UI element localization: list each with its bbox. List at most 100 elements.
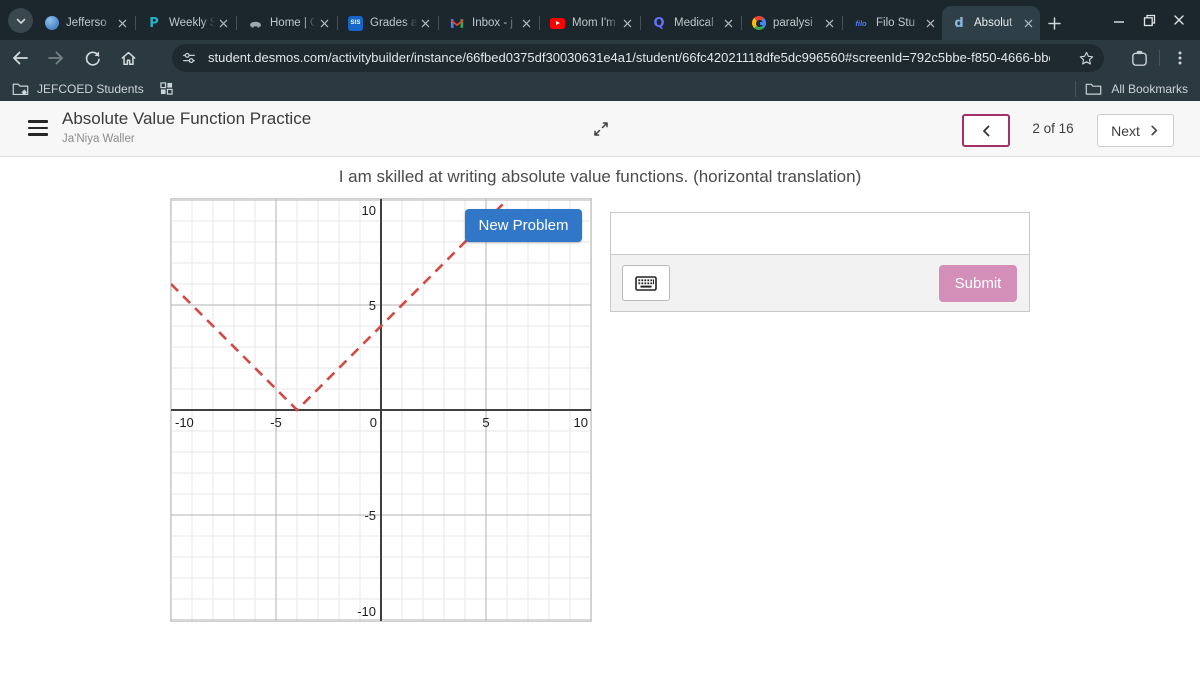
svg-text:-10: -10: [175, 415, 194, 430]
site-info-button[interactable]: [178, 47, 200, 69]
tab-close-icon[interactable]: [720, 15, 736, 31]
answer-input[interactable]: [611, 213, 1029, 255]
toolbar-divider: [1159, 50, 1160, 66]
back-arrow-icon: [13, 51, 28, 65]
answer-panel: Submit: [610, 212, 1030, 312]
forward-button[interactable]: [46, 48, 66, 68]
bookmarks-divider: [1075, 80, 1077, 97]
bookmark-star-button[interactable]: [1076, 48, 1096, 68]
sis-favicon-icon: SIS: [348, 15, 363, 31]
expand-arrows-icon: [594, 122, 608, 136]
answer-toolbar: Submit: [611, 255, 1029, 311]
next-button[interactable]: Next: [1097, 114, 1174, 147]
tabs-container: Jefferso P Weekly S Home | C SIS Grades a Inbo…: [36, 6, 1040, 40]
forward-arrow-icon: [48, 51, 63, 65]
tab-label: Inbox - j: [472, 17, 513, 29]
tab-label: Mom I'm: [572, 17, 616, 29]
student-name: Ja'Niya Waller: [62, 133, 135, 145]
tab-close-icon[interactable]: [619, 15, 635, 31]
prev-button[interactable]: [962, 114, 1010, 147]
filo-favicon-icon: filo: [855, 18, 867, 28]
activity-title: Absolute Value Function Practice: [62, 109, 312, 128]
tab-close-icon[interactable]: [518, 15, 534, 31]
gmail-favicon-icon: [449, 15, 465, 31]
bookmarks-bar: JEFCOED Students All Bookmarks: [0, 76, 1200, 101]
svg-text:-5: -5: [364, 508, 376, 523]
svg-text:0: 0: [370, 415, 377, 430]
svg-text:5: 5: [369, 298, 376, 313]
tab-close-icon[interactable]: [417, 15, 433, 31]
tab-label: Absolut: [974, 17, 1013, 29]
svg-text:5: 5: [482, 415, 489, 430]
bookmark-folder-jefcoed[interactable]: JEFCOED Students: [37, 82, 144, 96]
jefferson-favicon-icon: [45, 16, 59, 30]
close-icon: [1174, 15, 1184, 25]
google-favicon-icon: [752, 16, 766, 30]
browser-tab[interactable]: filo Filo Stu: [844, 6, 942, 40]
browser-tab-strip: Jefferso P Weekly S Home | C SIS Grades a Inbo…: [0, 0, 1200, 40]
extensions-button[interactable]: [1129, 48, 1149, 68]
new-problem-button[interactable]: New Problem: [465, 209, 582, 242]
browser-tab[interactable]: Q Medical: [642, 6, 740, 40]
activity-header: Absolute Value Function Practice Ja'Niya…: [0, 101, 1200, 157]
browser-menu-button[interactable]: [1170, 48, 1190, 68]
browser-tab[interactable]: Jefferso: [36, 6, 134, 40]
close-window-button[interactable]: [1164, 0, 1194, 40]
tab-label: paralysi: [773, 17, 813, 29]
star-icon: [1079, 51, 1093, 65]
home-button[interactable]: [118, 48, 138, 68]
graph-svg: -10 -5 0 5 10 10 5 -5 -10: [170, 199, 592, 621]
submit-button[interactable]: Submit: [939, 265, 1017, 302]
page-indicator: 2 of 16: [1032, 121, 1074, 136]
menu-button[interactable]: [28, 120, 48, 136]
tab-close-icon[interactable]: [1020, 15, 1036, 31]
restore-icon: [1143, 14, 1155, 26]
keyboard-toggle-button[interactable]: [622, 265, 670, 301]
browser-tab[interactable]: SIS Grades a: [339, 6, 437, 40]
chevron-left-icon: [983, 125, 990, 136]
new-tab-button[interactable]: [1040, 9, 1068, 37]
question-text: I am skilled at writing absolute value f…: [338, 167, 862, 186]
reload-icon: [85, 50, 100, 66]
tab-label: Jefferso: [66, 17, 107, 29]
restore-button[interactable]: [1134, 0, 1164, 40]
tab-close-icon[interactable]: [114, 15, 130, 31]
kebab-menu-icon: [1178, 51, 1182, 65]
tab-close-icon[interactable]: [821, 15, 837, 31]
url-text[interactable]: student.desmos.com/activitybuilder/insta…: [208, 44, 1050, 72]
expand-button[interactable]: [590, 118, 612, 140]
all-bookmarks-button[interactable]: All Bookmarks: [1111, 82, 1188, 96]
tab-search-button[interactable]: [8, 8, 33, 33]
minimize-button[interactable]: [1104, 0, 1134, 40]
bookmarks-grid-icon[interactable]: [160, 82, 173, 95]
chevron-right-icon: [1151, 125, 1158, 136]
address-bar[interactable]: student.desmos.com/activitybuilder/insta…: [172, 44, 1104, 72]
tab-separator: [842, 16, 843, 30]
tab-close-icon[interactable]: [922, 15, 938, 31]
folder-icon: [1085, 83, 1102, 95]
svg-text:10: 10: [574, 415, 588, 430]
quizlet-favicon-icon: Q: [653, 15, 665, 31]
tab-separator: [135, 16, 136, 30]
browser-tab[interactable]: paralysi: [743, 6, 841, 40]
tab-separator: [236, 16, 237, 30]
browser-tab[interactable]: P Weekly S: [137, 6, 235, 40]
tab-close-icon[interactable]: [316, 15, 332, 31]
browser-tab[interactable]: d Absolut: [942, 6, 1040, 40]
graph-panel[interactable]: -10 -5 0 5 10 10 5 -5 -10: [170, 198, 592, 622]
car-favicon-icon: [247, 15, 263, 31]
browser-tab[interactable]: Inbox - j: [440, 6, 538, 40]
window-controls: [1104, 0, 1194, 40]
browser-tab[interactable]: Home | C: [238, 6, 336, 40]
tab-separator: [438, 16, 439, 30]
browser-tab[interactable]: Mom I'm: [541, 6, 639, 40]
activity-content: I am skilled at writing absolute value f…: [0, 158, 1200, 674]
tab-separator: [741, 16, 742, 30]
back-button[interactable]: [10, 48, 30, 68]
tab-label: Weekly S: [169, 17, 215, 29]
minimize-icon: [1114, 21, 1124, 23]
chevron-down-icon: [16, 18, 25, 24]
reload-button[interactable]: [82, 48, 102, 68]
svg-text:-5: -5: [270, 415, 282, 430]
tab-close-icon[interactable]: [215, 15, 231, 31]
